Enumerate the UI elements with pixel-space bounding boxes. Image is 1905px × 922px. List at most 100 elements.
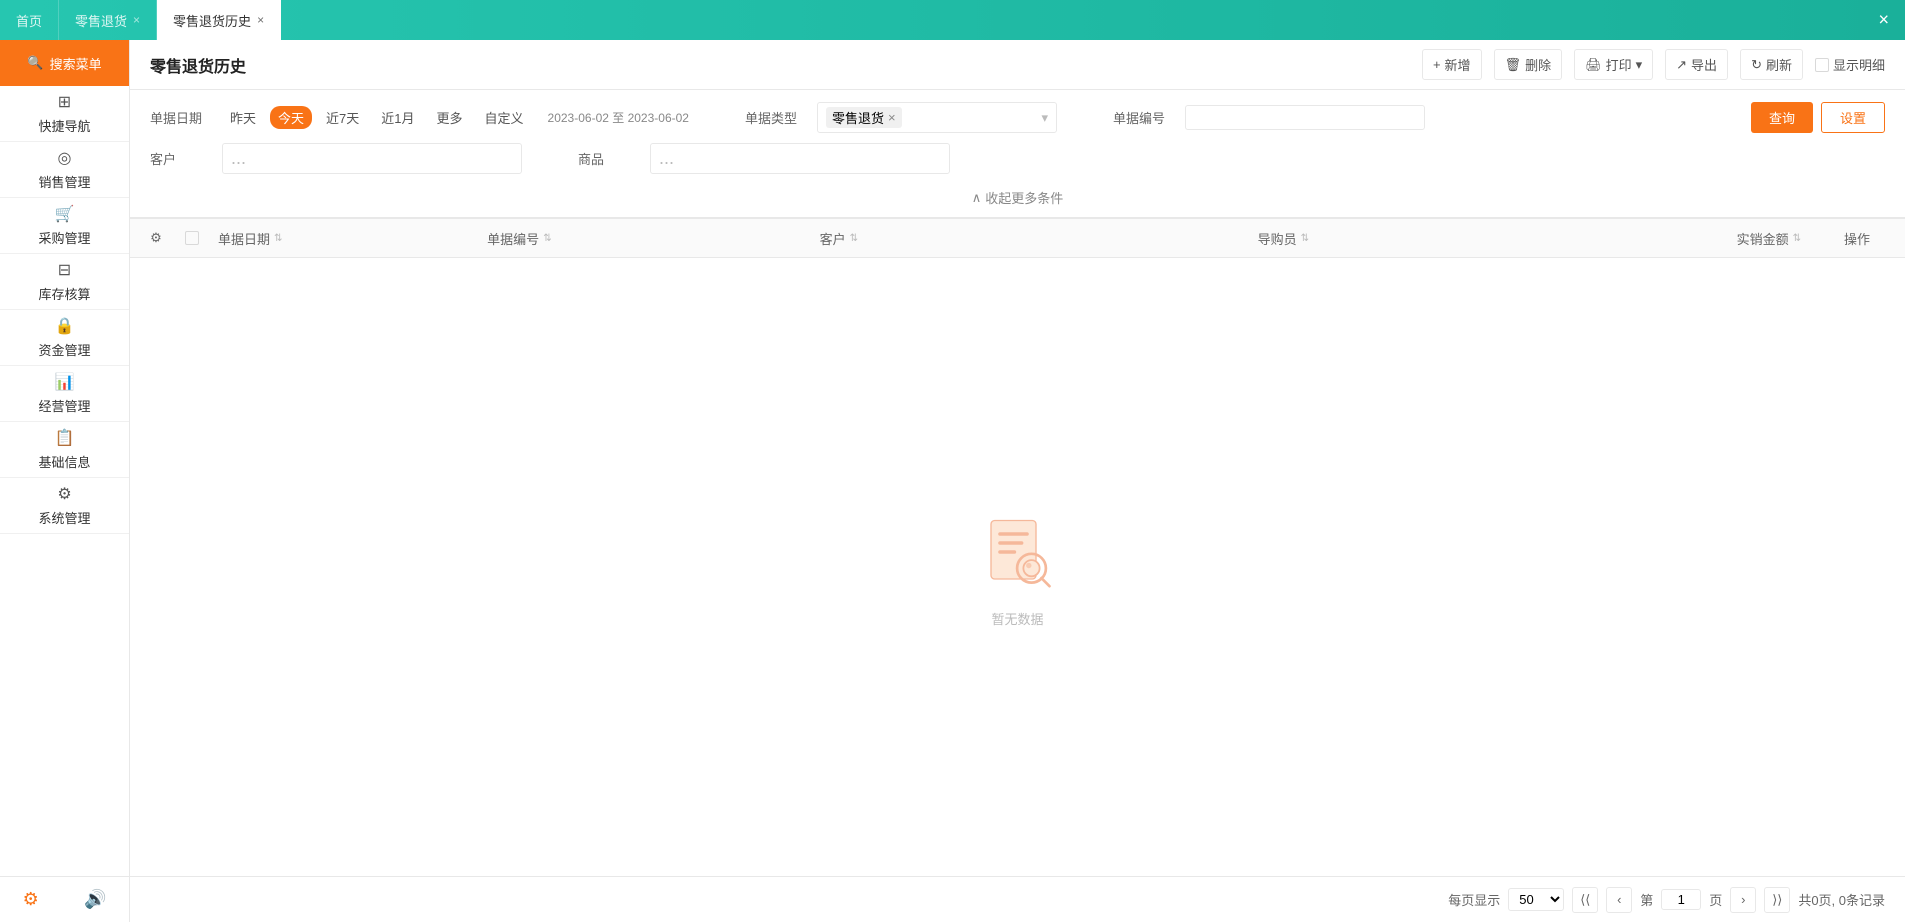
tab-retail-return-history[interactable]: 零售退货历史 × <box>157 0 281 40</box>
goods-label: 商品 <box>578 149 634 168</box>
goods-select[interactable]: ... <box>650 143 950 174</box>
next-page-button[interactable]: › <box>1730 887 1756 913</box>
refresh-button[interactable]: ↻ 刷新 <box>1740 49 1803 80</box>
sidebar-item-sales-mgmt[interactable]: ◎ 销售管理 <box>0 142 129 198</box>
print-button[interactable]: 🖨 打印 ▾ <box>1574 49 1653 80</box>
pagination: 每页显示 50 10 20 100 ⟨⟨ ‹ 第 页 › ⟩⟩ 共0页, 0条记… <box>130 876 1905 922</box>
finance-icon: 🔒 <box>55 316 75 336</box>
date-filter-label: 单据日期 <box>150 108 206 127</box>
inventory-icon: ⊟ <box>58 260 71 280</box>
doc-type-dropdown-icon: ▾ <box>1041 110 1048 126</box>
filter-area: 单据日期 昨天 今天 近7天 近1月 更多 自定义 2023-06-02 至 2… <box>130 90 1905 218</box>
customer-select[interactable]: ... <box>222 143 522 174</box>
page-title: 零售退货历史 <box>150 53 246 77</box>
export-button[interactable]: ↗ 导出 <box>1665 49 1728 80</box>
th-num: 单据编号 ⇅ <box>479 229 811 248</box>
page-label: 页 <box>1709 890 1722 909</box>
th-guide: 导购员 ⇅ <box>1250 229 1582 248</box>
date-options: 昨天 今天 近7天 近1月 更多 自定义 <box>222 106 532 129</box>
sidebar-item-label: 采购管理 <box>38 228 90 247</box>
sidebar-item-label: 库存核算 <box>38 284 90 303</box>
sales-icon: ◎ <box>58 148 72 168</box>
quick-nav-icon: ⊞ <box>58 92 71 112</box>
empty-text: 暂无数据 <box>991 609 1043 628</box>
setting-button[interactable]: 设置 <box>1821 102 1885 133</box>
volume-icon[interactable]: 🔊 <box>84 889 106 910</box>
date-opt-today[interactable]: 今天 <box>270 106 312 129</box>
doc-type-tag-close[interactable]: × <box>888 110 896 125</box>
export-icon: ↗ <box>1676 57 1687 73</box>
sidebar-item-finance-mgmt[interactable]: 🔒 资金管理 <box>0 310 129 366</box>
page-number-input[interactable] <box>1661 889 1701 910</box>
basic-info-icon: 📋 <box>55 428 75 448</box>
th-op: 操作 <box>1817 229 1897 248</box>
doc-num-input[interactable] <box>1185 105 1425 130</box>
table-area: ⚙ 单据日期 ⇅ 单据编号 ⇅ 客户 ⇅ 导购员 ⇅ 实销金额 <box>130 218 1905 876</box>
doc-type-select[interactable]: 零售退货 × ▾ <box>817 102 1057 133</box>
sidebar-bottom: ⚙ 🔊 <box>0 876 129 922</box>
goods-dots: ... <box>659 148 674 169</box>
sidebar-item-label: 资金管理 <box>38 340 90 359</box>
th-settings[interactable]: ⚙ <box>138 230 174 246</box>
total-info: 共0页, 0条记录 <box>1798 890 1885 909</box>
sidebar-item-sys-mgmt[interactable]: ⚙ 系统管理 <box>0 478 129 534</box>
customer-label: 客户 <box>150 149 206 168</box>
table-header: ⚙ 单据日期 ⇅ 单据编号 ⇅ 客户 ⇅ 导购员 ⇅ 实销金额 <box>130 218 1905 258</box>
sidebar-item-purchase-mgmt[interactable]: 🛒 采购管理 <box>0 198 129 254</box>
display-detail-toggle[interactable]: 显示明细 <box>1815 55 1885 74</box>
date-opt-yesterday[interactable]: 昨天 <box>222 106 264 129</box>
prev-page-button[interactable]: ‹ <box>1606 887 1632 913</box>
amount-sort-icon[interactable]: ⇅ <box>1793 233 1801 244</box>
sidebar-search[interactable]: 🔍 搜索菜单 <box>0 40 129 86</box>
num-sort-icon[interactable]: ⇅ <box>543 233 551 244</box>
settings-bottom-icon[interactable]: ⚙ <box>23 889 39 910</box>
search-icon: 🔍 <box>27 55 43 71</box>
date-opt-more[interactable]: 更多 <box>429 106 471 129</box>
display-detail-checkbox[interactable] <box>1815 58 1829 72</box>
sidebar-item-label: 基础信息 <box>38 452 90 471</box>
date-range-display: 2023-06-02 至 2023-06-02 <box>548 109 689 126</box>
new-button[interactable]: + 新增 <box>1422 49 1482 80</box>
date-opt-7days[interactable]: 近7天 <box>318 106 367 129</box>
filter-row-2: 客户 ... 商品 ... <box>150 143 1885 174</box>
column-settings-icon[interactable]: ⚙ <box>150 230 162 246</box>
customer-sort-icon[interactable]: ⇅ <box>850 233 858 244</box>
tab-retail-return-history-close[interactable]: × <box>257 13 264 27</box>
th-checkbox[interactable] <box>174 231 210 245</box>
first-page-button[interactable]: ⟨⟨ <box>1572 887 1598 913</box>
sidebar-item-ops-mgmt[interactable]: 📊 经营管理 <box>0 366 129 422</box>
page-size-label: 每页显示 <box>1448 890 1500 909</box>
sidebar-item-label: 经营管理 <box>38 396 90 415</box>
sidebar-item-basic-info[interactable]: 📋 基础信息 <box>0 422 129 478</box>
empty-icon <box>973 507 1063 597</box>
collapse-bar[interactable]: ∧ 收起更多条件 <box>150 184 1885 209</box>
top-bar: 首页 零售退货 × 零售退货历史 × × <box>0 0 1905 40</box>
print-icon: 🖨 <box>1585 57 1602 73</box>
tab-retail-return-close[interactable]: × <box>133 13 140 27</box>
header-actions: + 新增 🗑 删除 🖨 打印 ▾ ↗ 导出 ↻ 刷新 显示明细 <box>1422 49 1885 80</box>
doc-type-label: 单据类型 <box>745 108 801 127</box>
last-page-button[interactable]: ⟩⟩ <box>1764 887 1790 913</box>
th-amount: 实销金额 ⇅ <box>1582 229 1817 248</box>
refresh-icon: ↻ <box>1751 57 1762 73</box>
guide-sort-icon[interactable]: ⇅ <box>1301 233 1309 244</box>
page-size-select[interactable]: 50 10 20 100 <box>1508 888 1564 911</box>
collapse-label: 收起更多条件 <box>985 188 1063 207</box>
window-close-button[interactable]: × <box>1878 10 1889 31</box>
query-button[interactable]: 查询 <box>1751 102 1813 133</box>
tab-retail-return[interactable]: 零售退货 × <box>59 0 157 40</box>
delete-button[interactable]: 🗑 删除 <box>1494 49 1563 80</box>
empty-state: 暂无数据 <box>130 258 1905 876</box>
select-all-checkbox[interactable] <box>185 231 199 245</box>
print-dropdown-icon: ▾ <box>1636 57 1643 73</box>
date-sort-icon[interactable]: ⇅ <box>274 233 282 244</box>
sidebar-item-inventory[interactable]: ⊟ 库存核算 <box>0 254 129 310</box>
tab-home[interactable]: 首页 <box>0 0 59 40</box>
sidebar: 🔍 搜索菜单 ⊞ 快捷导航 ◎ 销售管理 🛒 采购管理 ⊟ 库存核算 🔒 资金管… <box>0 40 130 922</box>
sidebar-item-label: 销售管理 <box>38 172 90 191</box>
sidebar-item-quick-nav[interactable]: ⊞ 快捷导航 <box>0 86 129 142</box>
purchase-icon: 🛒 <box>55 204 75 224</box>
page-header: 零售退货历史 + 新增 🗑 删除 🖨 打印 ▾ ↗ 导出 ↻ 刷新 <box>130 40 1905 90</box>
date-opt-custom[interactable]: 自定义 <box>477 106 532 129</box>
date-opt-1month[interactable]: 近1月 <box>373 106 422 129</box>
